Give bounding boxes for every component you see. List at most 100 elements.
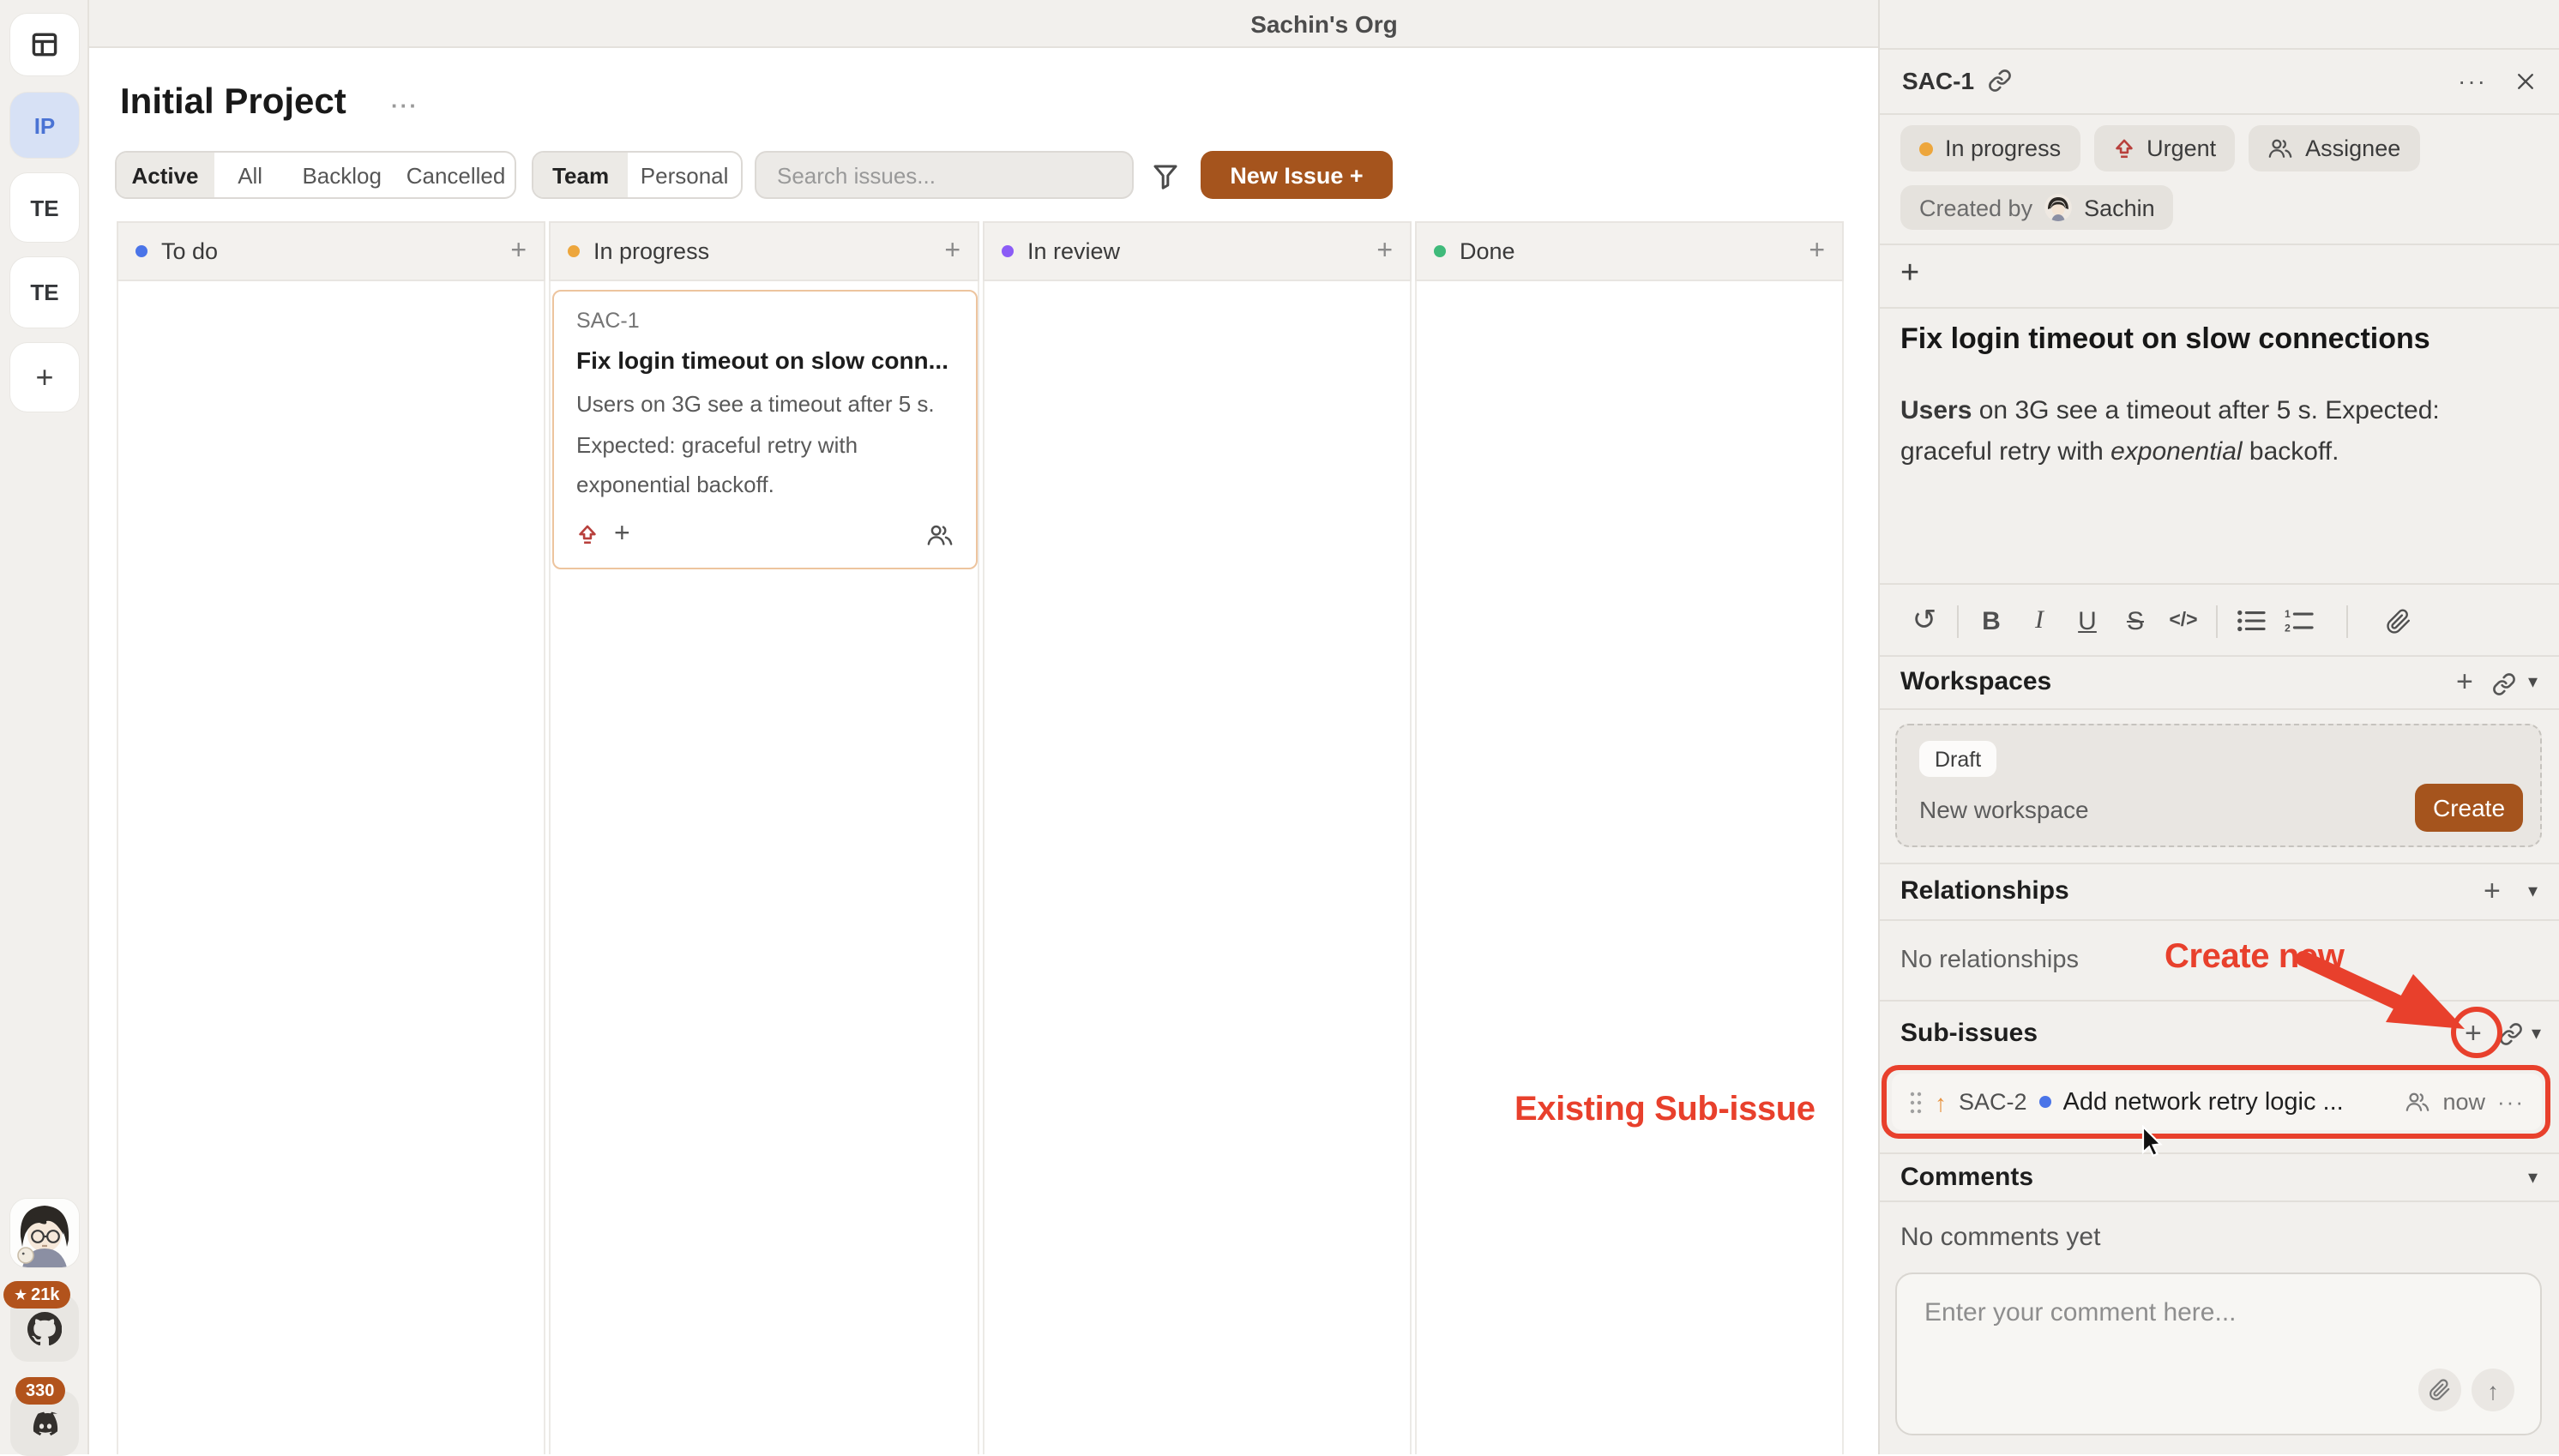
panel-header: SAC-1 ···: [1880, 48, 2559, 115]
strikethrough-icon[interactable]: S: [2111, 600, 2159, 641]
created-by-label: Created by: [1919, 195, 2032, 220]
status-dot-done: [1434, 245, 1446, 257]
project-menu-icon[interactable]: ···: [391, 93, 418, 118]
sidebar-workspace-ip-active[interactable]: IP: [10, 93, 79, 158]
chevron-down-icon[interactable]: ▾: [2528, 883, 2538, 902]
tab-cancelled[interactable]: Cancelled: [397, 153, 515, 197]
layout-grid-icon: [29, 29, 60, 60]
chevron-down-icon[interactable]: ▾: [2528, 1170, 2538, 1188]
tab-personal[interactable]: Personal: [628, 153, 741, 197]
comment-attachment-icon[interactable]: [2418, 1369, 2461, 1411]
new-workspace-card: Draft New workspace Create: [1895, 724, 2542, 847]
workspace-sidebar: IP TE TE + ★ 21k: [0, 0, 89, 1454]
tab-all[interactable]: All: [214, 153, 286, 197]
description-text: graceful retry with: [1900, 437, 2110, 466]
add-issue-icon[interactable]: +: [944, 236, 960, 267]
add-issue-icon[interactable]: +: [510, 236, 527, 267]
description-italic: exponential: [2110, 437, 2242, 466]
bullet-list-icon[interactable]: [2226, 600, 2274, 641]
description-line: Expected: graceful retry with: [576, 424, 954, 465]
link-icon[interactable]: [2499, 1022, 2523, 1046]
add-issue-icon[interactable]: +: [1809, 236, 1825, 267]
ordered-list-icon[interactable]: 12: [2274, 600, 2322, 641]
add-workspace-button[interactable]: +: [10, 343, 79, 412]
add-workspace-icon[interactable]: +: [2456, 667, 2473, 696]
issue-filter-tabs: Active All Backlog Cancelled: [115, 151, 516, 199]
workspace-initials: IP: [34, 112, 56, 138]
draft-badge: Draft: [1919, 741, 1996, 777]
issue-description[interactable]: Users on 3G see a timeout after 5 s. Exp…: [1900, 391, 2540, 473]
underline-icon[interactable]: U: [2063, 600, 2111, 641]
priority-badge[interactable]: Urgent: [2093, 125, 2235, 171]
annotation-box-existing-sub-issue: [1882, 1065, 2550, 1139]
discord-member-count: 330: [26, 1381, 54, 1400]
column-label: In review: [1027, 238, 1363, 264]
description-line: exponential backoff.: [576, 465, 954, 505]
sidebar-workspace-te-2[interactable]: TE: [10, 257, 79, 328]
bold-icon[interactable]: B: [1967, 600, 2015, 641]
divider: [1880, 655, 2559, 657]
divider: [1880, 919, 2559, 921]
add-label-icon[interactable]: +: [614, 520, 630, 548]
divider: [1880, 307, 2559, 309]
tab-active[interactable]: Active: [117, 153, 214, 197]
user-avatar[interactable]: [10, 1199, 79, 1267]
divider: [1880, 708, 2559, 710]
urgent-priority-icon[interactable]: [576, 522, 599, 546]
tab-backlog[interactable]: Backlog: [286, 153, 397, 197]
issue-detail-panel: SAC-1 ··· In progress Urgent Assignee C: [1878, 0, 2559, 1454]
tab-team[interactable]: Team: [533, 153, 628, 197]
column-body-done: [1415, 281, 1844, 1454]
app-root: Sachin's Org ? IP TE TE +: [0, 0, 2559, 1454]
issue-attribute-badges: In progress Urgent Assignee: [1900, 125, 2419, 171]
workspace-name[interactable]: New workspace: [1919, 796, 2089, 823]
description-text: backoff.: [2243, 437, 2339, 466]
column-label: To do: [161, 238, 497, 264]
relationships-empty-text: No relationships: [1900, 947, 2079, 974]
creator-name: Sachin: [2084, 195, 2155, 220]
code-icon[interactable]: </>: [2159, 600, 2207, 641]
search-input[interactable]: [755, 151, 1134, 199]
comment-send-icon[interactable]: ↑: [2472, 1369, 2514, 1411]
chevron-down-icon[interactable]: ▾: [2528, 674, 2538, 693]
close-icon[interactable]: [2514, 69, 2537, 92]
chevron-down-icon[interactable]: ▾: [2532, 1026, 2541, 1044]
comments-empty-text: No comments yet: [1900, 1223, 2100, 1252]
comment-input[interactable]: [1914, 1288, 2523, 1365]
add-issue-icon[interactable]: +: [1376, 236, 1393, 267]
new-issue-button[interactable]: New Issue +: [1201, 151, 1393, 199]
panel-more-icon[interactable]: ···: [2458, 67, 2487, 94]
sidebar-workspace-te-1[interactable]: TE: [10, 173, 79, 242]
description-text: on 3G see a timeout after 5 s. Expected:: [1972, 396, 2439, 425]
members-icon[interactable]: [926, 522, 954, 546]
app-switcher-button[interactable]: [10, 14, 79, 75]
add-attribute-icon[interactable]: +: [1900, 257, 1919, 290]
created-by-badge[interactable]: Created by Sachin: [1900, 185, 2174, 230]
github-icon: [27, 1311, 62, 1345]
divider: [1880, 863, 2559, 864]
column-header-done: Done +: [1415, 221, 1844, 281]
comment-input-box: ↑: [1895, 1272, 2542, 1435]
avatar-illustration: [10, 1199, 79, 1267]
column-label: Done: [1460, 238, 1795, 264]
issue-title[interactable]: Fix login timeout on slow connections: [1900, 322, 2430, 357]
divider: [1880, 583, 2559, 585]
copy-link-icon[interactable]: [1988, 69, 2012, 93]
filter-icon[interactable]: [1151, 161, 1180, 190]
undo-icon[interactable]: ↺: [1900, 600, 1948, 641]
creator-avatar: [2044, 194, 2072, 221]
assignee-badge[interactable]: Assignee: [2249, 125, 2419, 171]
column-header-todo: To do +: [117, 221, 545, 281]
issue-card-sac-1[interactable]: SAC-1 Fix login timeout on slow conn... …: [552, 290, 978, 569]
status-badge[interactable]: In progress: [1900, 125, 2080, 171]
create-workspace-button[interactable]: Create: [2415, 784, 2523, 832]
column-label: In progress: [593, 238, 930, 264]
issue-card-footer: +: [576, 520, 954, 548]
panel-issue-id: SAC-1: [1902, 67, 1974, 94]
annotation-arrow: [2286, 947, 2478, 1039]
link-icon[interactable]: [2492, 672, 2516, 696]
status-dot-todo: [135, 245, 148, 257]
attachment-icon[interactable]: [2374, 600, 2422, 641]
italic-icon[interactable]: I: [2015, 600, 2063, 641]
add-relationship-icon[interactable]: +: [2484, 876, 2501, 905]
